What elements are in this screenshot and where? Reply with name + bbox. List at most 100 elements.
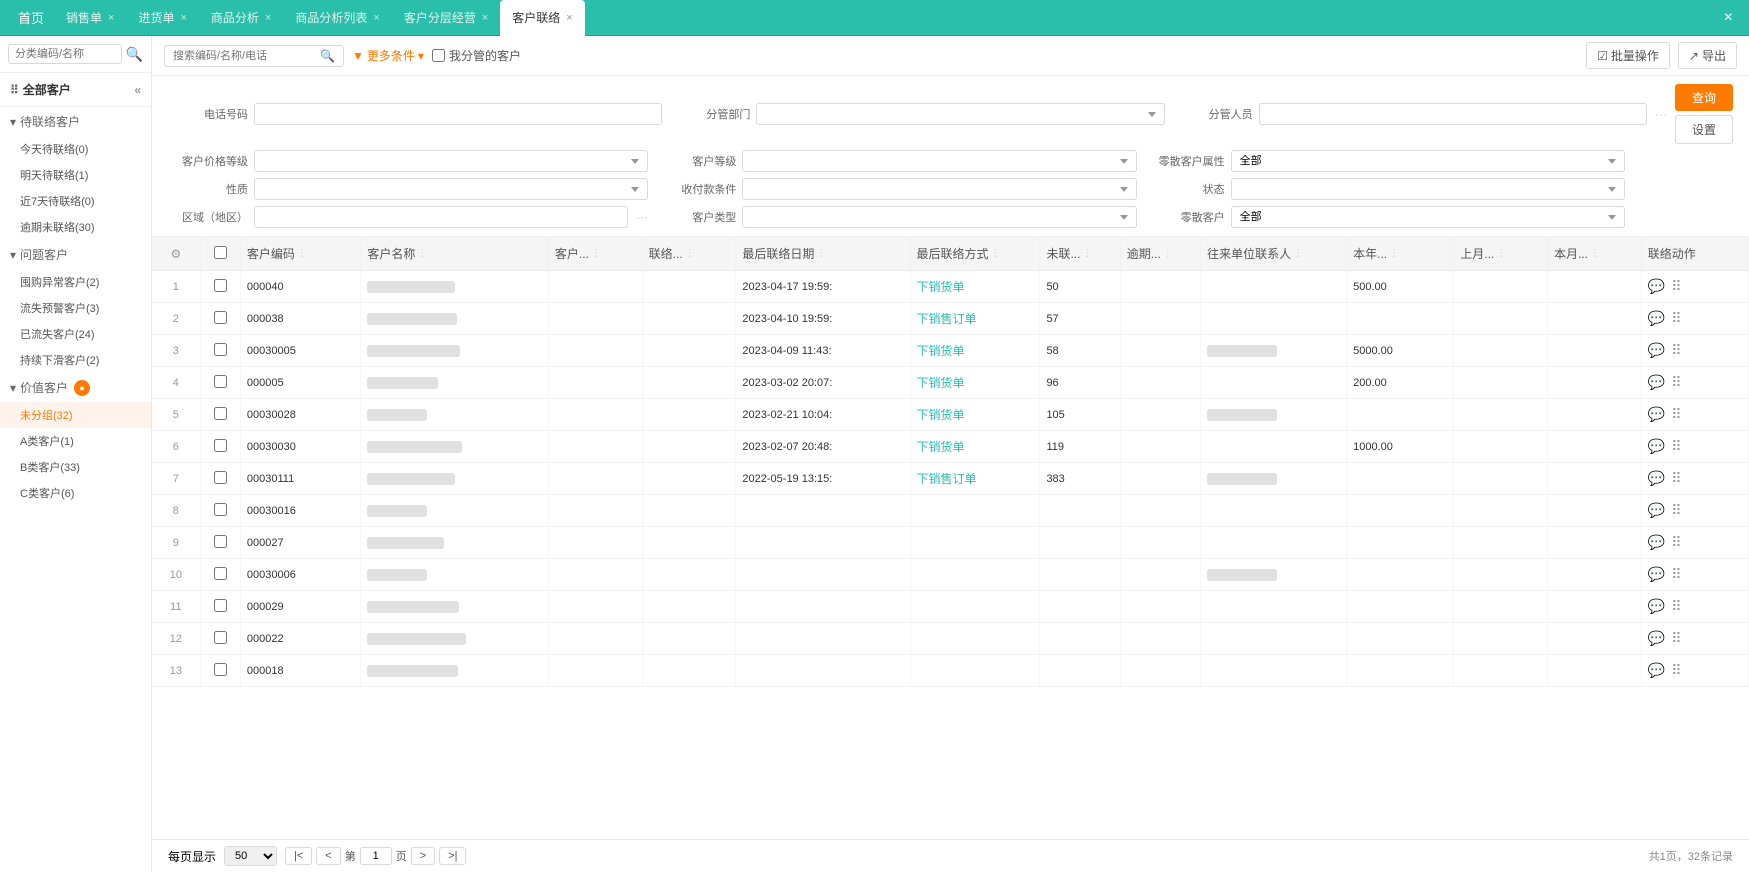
last-way-link[interactable]: 下销售订单 <box>917 472 977 486</box>
row-checkbox[interactable] <box>214 407 227 420</box>
retail-attr-select[interactable]: 全部 <box>1231 150 1625 172</box>
col-type-resize[interactable]: ⋮ <box>591 248 601 259</box>
chat-icon[interactable]: 💬 <box>1648 310 1665 327</box>
col-tmonth-resize[interactable]: ⋮ <box>1590 248 1600 259</box>
row-checkbox[interactable] <box>214 311 227 324</box>
tab-analysis-list[interactable]: 商品分析列表 × <box>283 0 391 36</box>
sidebar-section-pending-title[interactable]: ▾ 待联络客户 <box>0 107 151 136</box>
dept-select[interactable] <box>756 103 1164 125</box>
chat-icon[interactable]: 💬 <box>1648 470 1665 487</box>
chat-icon[interactable]: 💬 <box>1648 630 1665 647</box>
export-btn[interactable]: ↗ 导出 <box>1678 42 1737 69</box>
chat-icon[interactable]: 💬 <box>1648 342 1665 359</box>
col-partner-resize[interactable]: ⋮ <box>1293 248 1303 259</box>
sidebar-item-churn-warning[interactable]: 流失预警客户(3) <box>0 295 151 321</box>
sidebar-item-churned[interactable]: 已流失客户(24) <box>0 321 151 347</box>
sidebar-item-overdue[interactable]: 逾期未联络(30) <box>0 214 151 240</box>
tab-customer-tier-close[interactable]: × <box>482 12 488 24</box>
chat-icon[interactable]: 💬 <box>1648 502 1665 519</box>
sidebar-item-ungroup[interactable]: 未分组(32) <box>0 402 151 428</box>
grid-action-icon[interactable]: ⠿ <box>1671 310 1681 327</box>
person-input[interactable] <box>1259 103 1647 125</box>
person-more-icon[interactable]: ··· <box>1655 107 1667 121</box>
last-way-link[interactable]: 下销售订单 <box>917 312 977 326</box>
last-way-link[interactable]: 下销货单 <box>917 376 965 390</box>
chat-icon[interactable]: 💬 <box>1648 534 1665 551</box>
status-select[interactable] <box>1231 178 1625 200</box>
nature-select[interactable] <box>254 178 648 200</box>
sidebar-item-class-a[interactable]: A类客户(1) <box>0 428 151 454</box>
tab-analysis-list-close[interactable]: × <box>373 12 379 24</box>
sidebar-collapse-icon[interactable]: « <box>134 83 141 97</box>
tab-customer-contact-close[interactable]: × <box>566 12 572 24</box>
cell-check[interactable] <box>200 303 240 335</box>
col-nocontact-resize[interactable]: ⋮ <box>1082 248 1092 259</box>
sidebar-item-declining[interactable]: 持续下滑客户(2) <box>0 347 151 373</box>
cell-check[interactable] <box>200 463 240 495</box>
grid-action-icon[interactable]: ⠿ <box>1671 438 1681 455</box>
col-name-resize[interactable]: ⋮ <box>417 248 427 259</box>
col-lmonth-resize[interactable]: ⋮ <box>1496 248 1506 259</box>
tab-analysis[interactable]: 商品分析 × <box>199 0 283 36</box>
phone-input[interactable] <box>254 103 662 125</box>
last-way-link[interactable]: 下销货单 <box>917 344 965 358</box>
col-overdue-resize[interactable]: ⋮ <box>1163 248 1173 259</box>
cell-check[interactable] <box>200 591 240 623</box>
sidebar-search-input[interactable] <box>8 44 122 64</box>
grid-action-icon[interactable]: ⠿ <box>1671 342 1681 359</box>
row-checkbox[interactable] <box>214 343 227 356</box>
select-all-checkbox[interactable] <box>214 246 227 259</box>
grid-action-icon[interactable]: ⠿ <box>1671 374 1681 391</box>
sidebar-item-class-c[interactable]: C类客户(6) <box>0 480 151 506</box>
grid-action-icon[interactable]: ⠿ <box>1671 406 1681 423</box>
col-way-resize[interactable]: ⋮ <box>991 248 1001 259</box>
chat-icon[interactable]: 💬 <box>1648 406 1665 423</box>
page-input[interactable] <box>360 847 392 865</box>
th-settings[interactable]: ⚙ <box>152 237 200 271</box>
tab-purchase-close[interactable]: × <box>180 12 186 24</box>
row-checkbox[interactable] <box>214 503 227 516</box>
row-checkbox[interactable] <box>214 471 227 484</box>
query-btn[interactable]: 查询 <box>1675 84 1733 111</box>
retail-select[interactable]: 全部 <box>1231 206 1625 228</box>
sidebar-item-today[interactable]: 今天待联络(0) <box>0 136 151 162</box>
cell-check[interactable] <box>200 495 240 527</box>
reset-btn[interactable]: 设置 <box>1675 115 1733 144</box>
cell-check[interactable] <box>200 335 240 367</box>
close-all-tabs-icon[interactable]: × <box>1716 9 1741 27</box>
area-more-icon[interactable]: ··· <box>636 210 648 224</box>
price-grade-select[interactable] <box>254 150 648 172</box>
chat-icon[interactable]: 💬 <box>1648 598 1665 615</box>
sidebar-all-customers[interactable]: ⠿ 全部客户 « <box>0 73 151 107</box>
cell-check[interactable] <box>200 655 240 687</box>
tab-analysis-close[interactable]: × <box>265 12 271 24</box>
page-prev-btn[interactable]: < <box>316 847 340 865</box>
row-checkbox[interactable] <box>214 439 227 452</box>
search-input[interactable] <box>173 50 316 62</box>
chat-icon[interactable]: 💬 <box>1648 438 1665 455</box>
col-date-resize[interactable]: ⋮ <box>816 248 826 259</box>
grid-action-icon[interactable]: ⠿ <box>1671 566 1681 583</box>
row-checkbox[interactable] <box>214 599 227 612</box>
page-size-select[interactable]: 50 10 20 100 <box>224 846 277 866</box>
table-wrapper[interactable]: ⚙ 客户编码⋮ 客户名称⋮ 客户...⋮ <box>152 237 1749 839</box>
cell-check[interactable] <box>200 527 240 559</box>
area-input[interactable] <box>254 206 628 228</box>
page-last-btn[interactable]: >| <box>439 847 466 865</box>
grid-action-icon[interactable]: ⠿ <box>1671 630 1681 647</box>
row-checkbox[interactable] <box>214 663 227 676</box>
cell-check[interactable] <box>200 431 240 463</box>
cell-check[interactable] <box>200 399 240 431</box>
sidebar-search-icon[interactable]: 🔍 <box>126 46 143 63</box>
sidebar-item-7days[interactable]: 近7天待联络(0) <box>0 188 151 214</box>
chat-icon[interactable]: 💬 <box>1648 566 1665 583</box>
batch-op-btn[interactable]: ☑ 批量操作 <box>1586 42 1670 69</box>
search-icon[interactable]: 🔍 <box>320 49 335 63</box>
tab-customer-tier[interactable]: 客户分层经营 × <box>392 0 500 36</box>
tab-sales-close[interactable]: × <box>108 12 114 24</box>
chat-icon[interactable]: 💬 <box>1648 374 1665 391</box>
settings-icon[interactable]: ⚙ <box>170 247 181 261</box>
chat-icon[interactable]: 💬 <box>1648 662 1665 679</box>
grid-action-icon[interactable]: ⠿ <box>1671 534 1681 551</box>
col-year-resize[interactable]: ⋮ <box>1389 248 1399 259</box>
